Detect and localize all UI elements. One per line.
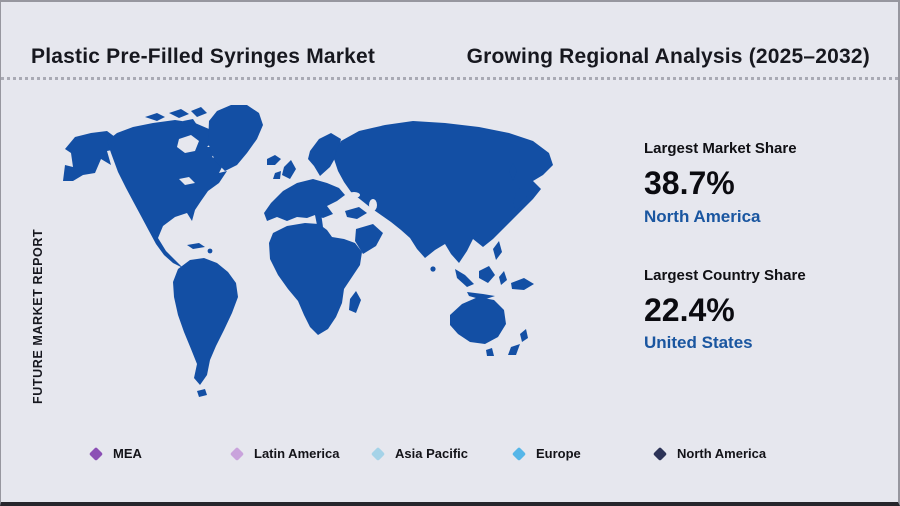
legend: MEA Latin America Asia Pacific Europe No…: [88, 446, 767, 461]
legend-item-mea: MEA: [88, 446, 232, 461]
world-map: [61, 87, 626, 417]
legend-label: North America: [677, 446, 767, 461]
legend-marker-icon: [370, 446, 386, 461]
world-map-svg: [63, 105, 553, 397]
legend-label: MEA: [113, 446, 142, 461]
stat-country-share: Largest Country Share 22.4% United State…: [644, 267, 884, 354]
legend-item-europe: Europe: [511, 446, 655, 461]
legend-marker-icon: [88, 446, 104, 461]
legend-marker-icon: [652, 446, 668, 461]
legend-marker-icon: [229, 446, 245, 461]
stat-region: United States: [644, 333, 753, 353]
brand-watermark: FUTURE MARKET REPORT: [31, 228, 45, 404]
stat-value: 22.4%: [644, 291, 735, 328]
legend-label: Asia Pacific: [395, 446, 468, 461]
stat-value: 38.7%: [644, 165, 735, 201]
stat-region: North America: [644, 206, 761, 226]
page-subtitle: Growing Regional Analysis (2025–2032): [466, 45, 870, 68]
stat-label: Largest Market Share: [644, 140, 797, 157]
page-title: Plastic Pre-Filled Syringes Market: [31, 45, 376, 68]
legend-item-latin-america: Latin America: [229, 446, 373, 461]
stat-market-share: Largest Market Share 38.7% North America: [644, 140, 884, 227]
legend-label: Latin America: [254, 446, 340, 461]
dotted-divider: [1, 77, 898, 80]
infographic-frame: Plastic Pre-Filled Syringes Market Growi…: [0, 0, 900, 506]
stats-panel: Largest Market Share 38.7% North America…: [644, 140, 884, 393]
legend-label: Europe: [536, 446, 581, 461]
legend-marker-icon: [511, 446, 527, 461]
legend-item-asia-pacific: Asia Pacific: [370, 446, 514, 461]
legend-item-north-america: North America: [652, 446, 767, 461]
stat-label: Largest Country Share: [644, 266, 806, 284]
header: Plastic Pre-Filled Syringes Market Growi…: [1, 2, 898, 77]
